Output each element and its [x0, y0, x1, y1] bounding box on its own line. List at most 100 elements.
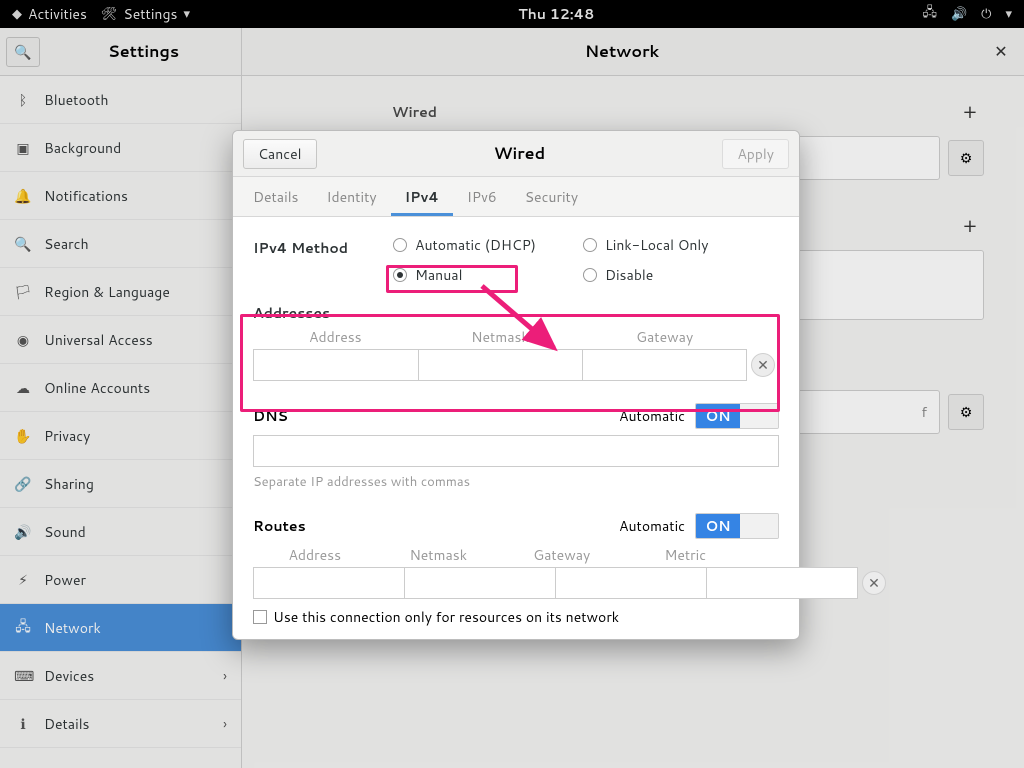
wrench-icon: 🛠: [101, 5, 118, 23]
automatic-label: Automatic: [619, 516, 685, 536]
sidebar-item-label: Region & Language: [44, 282, 170, 302]
col-address: Address: [253, 545, 377, 565]
sidebar-item-sharing[interactable]: 🔗Sharing: [0, 460, 241, 508]
route-netmask-input[interactable]: [404, 567, 555, 599]
tab-identity[interactable]: Identity: [313, 177, 391, 216]
sidebar-list: ᛒ Bluetooth ▣Background 🔔 Notifications 🔍Sear…: [0, 76, 241, 768]
radio-link-local-only[interactable]: Link-Local Only: [583, 235, 779, 255]
app-menu[interactable]: 🛠 Settings ▾: [101, 4, 190, 24]
notifications-icon: 🔔: [14, 186, 32, 206]
sidebar-item-label: Universal Access: [44, 330, 153, 350]
activities-icon: ◆: [12, 5, 22, 23]
radio-dot: [583, 268, 597, 282]
sidebar-item-bluetooth[interactable]: ᛒ Bluetooth: [0, 76, 241, 124]
automatic-label: Automatic: [619, 406, 685, 426]
sidebar-item-network[interactable]: 🖧Network: [0, 604, 241, 652]
radio-dot: [583, 238, 597, 252]
off-badge: f: [921, 402, 927, 422]
settings-sidebar: 🔍 Settings ᛒ Bluetooth ▣Background 🔔 Notific…: [0, 28, 242, 768]
remove-row-button[interactable]: ✕: [751, 353, 775, 377]
network-status-icon[interactable]: 🖧: [922, 3, 937, 25]
network-icon: 🖧: [14, 616, 32, 640]
remove-route-button[interactable]: ✕: [862, 571, 886, 595]
wired-heading: Wired: [392, 102, 956, 122]
tab-ipv6[interactable]: IPv6: [453, 177, 511, 216]
power-icon: ⚡: [14, 570, 32, 590]
sidebar-item-label: Notifications: [44, 186, 128, 206]
dialog-tabs: DetailsIdentityIPv4IPv6Security: [233, 177, 799, 217]
panel-title: Network: [254, 40, 990, 63]
clock[interactable]: Thu 12:48: [190, 4, 922, 24]
radio-label: Automatic (DHCP): [415, 235, 536, 255]
connection-settings-button-3[interactable]: ⚙: [948, 394, 984, 430]
tab-details[interactable]: Details: [239, 177, 313, 216]
sidebar-item-details[interactable]: ℹDetails›: [0, 700, 241, 748]
search-icon: 🔍: [14, 234, 32, 254]
sidebar-item-region-language[interactable]: 🏳 Region & Language: [0, 268, 241, 316]
sidebar-item-label: Sharing: [44, 474, 94, 494]
radio-manual[interactable]: Manual: [393, 265, 583, 285]
sidebar-item-devices[interactable]: ⌨ Devices ›: [0, 652, 241, 700]
dns-input[interactable]: [253, 435, 779, 467]
sidebar-item-label: Bluetooth: [44, 90, 108, 110]
sidebar-item-label: Power: [44, 570, 86, 590]
addresses-heading: Addresses: [253, 303, 779, 323]
radio-label: Manual: [415, 265, 462, 285]
radio-dot: [393, 268, 407, 282]
volume-icon[interactable]: 🔊: [951, 5, 967, 23]
region-icon: 🏳: [14, 282, 32, 302]
search-icon: 🔍: [14, 42, 31, 62]
chevron-right-icon: ›: [223, 666, 227, 686]
activities-button[interactable]: ◆ Activities: [12, 4, 87, 24]
sidebar-item-background[interactable]: ▣Background: [0, 124, 241, 172]
tab-ipv4[interactable]: IPv4: [391, 177, 453, 216]
sidebar-search-button[interactable]: 🔍: [6, 37, 40, 67]
apply-button[interactable]: Apply: [722, 139, 789, 169]
only-resources-label: Use this connection only for resources o…: [273, 607, 619, 627]
route-address-input[interactable]: [253, 567, 404, 599]
online-accounts-icon: ☁: [14, 378, 32, 398]
add-connection-button-2[interactable]: +: [956, 212, 984, 240]
dns-automatic-switch[interactable]: ON: [695, 403, 779, 429]
add-connection-button[interactable]: +: [956, 98, 984, 126]
app-menu-label: Settings: [123, 4, 177, 24]
sidebar-item-search[interactable]: 🔍Search: [0, 220, 241, 268]
sidebar-item-power[interactable]: ⚡ Power: [0, 556, 241, 604]
chevron-right-icon: ›: [223, 714, 227, 734]
radio-label: Link-Local Only: [605, 235, 709, 255]
sidebar-item-sound[interactable]: 🔊 Sound: [0, 508, 241, 556]
sidebar-item-label: Privacy: [44, 426, 90, 446]
gateway-input[interactable]: [582, 349, 747, 381]
power-menu-icon[interactable]: ⏻: [981, 5, 991, 23]
close-button[interactable]: ✕: [990, 40, 1012, 63]
sound-icon: 🔊: [14, 522, 32, 542]
cancel-button[interactable]: Cancel: [243, 139, 317, 169]
netmask-input[interactable]: [418, 349, 583, 381]
bluetooth-icon: ᛒ: [14, 90, 32, 110]
radio-automatic-dhcp-[interactable]: Automatic (DHCP): [393, 235, 583, 255]
devices-icon: ⌨: [14, 666, 32, 686]
content-header: Network ✕: [242, 28, 1024, 76]
privacy-icon: ✋: [14, 426, 32, 446]
route-metric-input[interactable]: [706, 567, 858, 599]
address-input[interactable]: [253, 349, 418, 381]
sidebar-item-privacy[interactable]: ✋ Privacy: [0, 412, 241, 460]
activities-label: Activities: [28, 4, 87, 24]
only-resources-checkbox[interactable]: [253, 610, 267, 624]
background-icon: ▣: [14, 138, 32, 158]
sidebar-title: Settings: [46, 40, 241, 63]
tab-security[interactable]: Security: [511, 177, 592, 216]
sidebar-item-universal-access[interactable]: ◉Universal Access: [0, 316, 241, 364]
sidebar-item-label: Sound: [44, 522, 86, 542]
sidebar-item-label: Devices: [44, 666, 94, 686]
sidebar-item-notifications[interactable]: 🔔 Notifications: [0, 172, 241, 220]
details-icon: ℹ: [14, 714, 32, 734]
sidebar-item-online-accounts[interactable]: ☁Online Accounts: [0, 364, 241, 412]
connection-settings-button[interactable]: ⚙: [948, 140, 984, 176]
routes-automatic-switch[interactable]: ON: [695, 513, 779, 539]
chevron-down-icon[interactable]: ▾: [1005, 5, 1012, 23]
route-gateway-input[interactable]: [555, 567, 706, 599]
radio-disable[interactable]: Disable: [583, 265, 779, 285]
dns-heading: DNS: [253, 406, 609, 426]
radio-dot: [393, 238, 407, 252]
